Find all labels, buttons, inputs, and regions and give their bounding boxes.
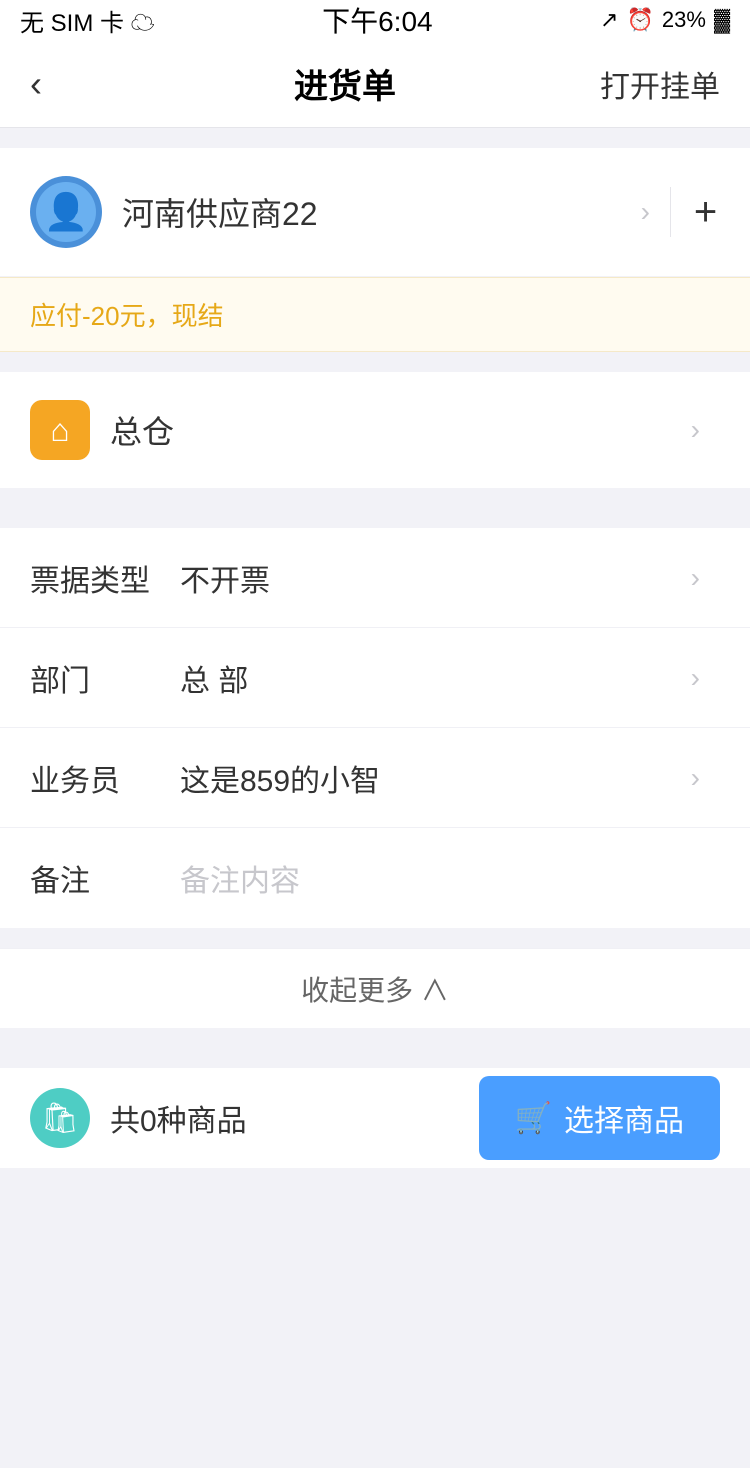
warehouse-name: 总仓 [110, 407, 691, 453]
open-pending-button[interactable]: 打开挂单 [600, 62, 720, 106]
page-background [0, 1168, 750, 1468]
warehouse-icon: ⌂ [50, 412, 69, 449]
salesperson-value: 这是859的小智 [150, 756, 691, 800]
collapse-row[interactable]: 收起更多 ∧ [0, 948, 750, 1028]
sim-label: 无 SIM 卡 ☁ [20, 3, 155, 38]
cart-icon: 🛒 [515, 1101, 552, 1136]
supplier-chevron-icon: › [641, 196, 650, 228]
battery-label: 23% [662, 7, 706, 33]
remark-row[interactable]: 备注 备注内容 [0, 828, 750, 928]
invoice-type-value: 不开票 [150, 556, 691, 600]
battery-icon: ▓ [714, 7, 730, 33]
status-left: 无 SIM 卡 ☁ [20, 3, 155, 38]
goods-count-label: 共0种商品 [110, 1096, 479, 1140]
status-time: 下午6:04 [322, 0, 433, 40]
warehouse-card[interactable]: ⌂ 总仓 › [0, 372, 750, 488]
select-goods-button[interactable]: 🛒 选择商品 [479, 1076, 720, 1160]
supplier-avatar: 👤 [30, 176, 102, 248]
invoice-type-chevron-icon: › [691, 562, 700, 594]
back-button[interactable]: ‹ [30, 63, 90, 105]
page-title: 进货单 [294, 59, 396, 108]
collapse-label: 收起更多 ∧ [301, 969, 449, 1009]
status-right: ↗ ⏰ 23% ▓ [600, 7, 730, 33]
notice-text: 应付-20元，现结 [30, 301, 224, 331]
invoice-type-label: 票据类型 [30, 556, 150, 600]
warehouse-row[interactable]: ⌂ 总仓 › [0, 372, 750, 488]
mid-divider3 [0, 1028, 750, 1048]
department-chevron-icon: › [691, 662, 700, 694]
alarm-icon: ⏰ [626, 7, 653, 33]
top-divider [0, 128, 750, 148]
supplier-card: 👤 河南供应商22 › + 应付-20元，现结 [0, 148, 750, 352]
remark-value[interactable]: 备注内容 [150, 856, 720, 900]
supplier-row[interactable]: 👤 河南供应商22 › + [0, 148, 750, 277]
department-label: 部门 [30, 656, 150, 700]
add-supplier-button[interactable]: + [670, 187, 720, 237]
location-icon: ↗ [600, 7, 618, 33]
person-icon: 👤 [44, 194, 89, 230]
select-goods-label: 选择商品 [564, 1096, 684, 1140]
department-row[interactable]: 部门 总 部 › [0, 628, 750, 728]
salesperson-chevron-icon: › [691, 762, 700, 794]
salesperson-row[interactable]: 业务员 这是859的小智 › [0, 728, 750, 828]
warehouse-icon-wrap: ⌂ [30, 400, 90, 460]
goods-section: 🛍 共0种商品 🛒 选择商品 [0, 1068, 750, 1168]
nav-bar: ‹ 进货单 打开挂单 [0, 40, 750, 128]
invoice-type-row[interactable]: 票据类型 不开票 › [0, 528, 750, 628]
mid-divider2 [0, 488, 750, 508]
status-bar: 无 SIM 卡 ☁ 下午6:04 ↗ ⏰ 23% ▓ [0, 0, 750, 40]
salesperson-label: 业务员 [30, 756, 150, 800]
warehouse-chevron-icon: › [691, 414, 700, 446]
goods-icon-wrap: 🛍 [30, 1088, 90, 1148]
notice-banner: 应付-20元，现结 [0, 277, 750, 352]
mid-divider1 [0, 352, 750, 372]
form-section: 票据类型 不开票 › 部门 总 部 › 业务员 这是859的小智 › 备注 备注… [0, 528, 750, 928]
supplier-name: 河南供应商22 [122, 189, 641, 235]
remark-label: 备注 [30, 856, 150, 900]
goods-bag-icon: 🛍 [41, 1101, 79, 1136]
department-value: 总 部 [150, 656, 691, 700]
